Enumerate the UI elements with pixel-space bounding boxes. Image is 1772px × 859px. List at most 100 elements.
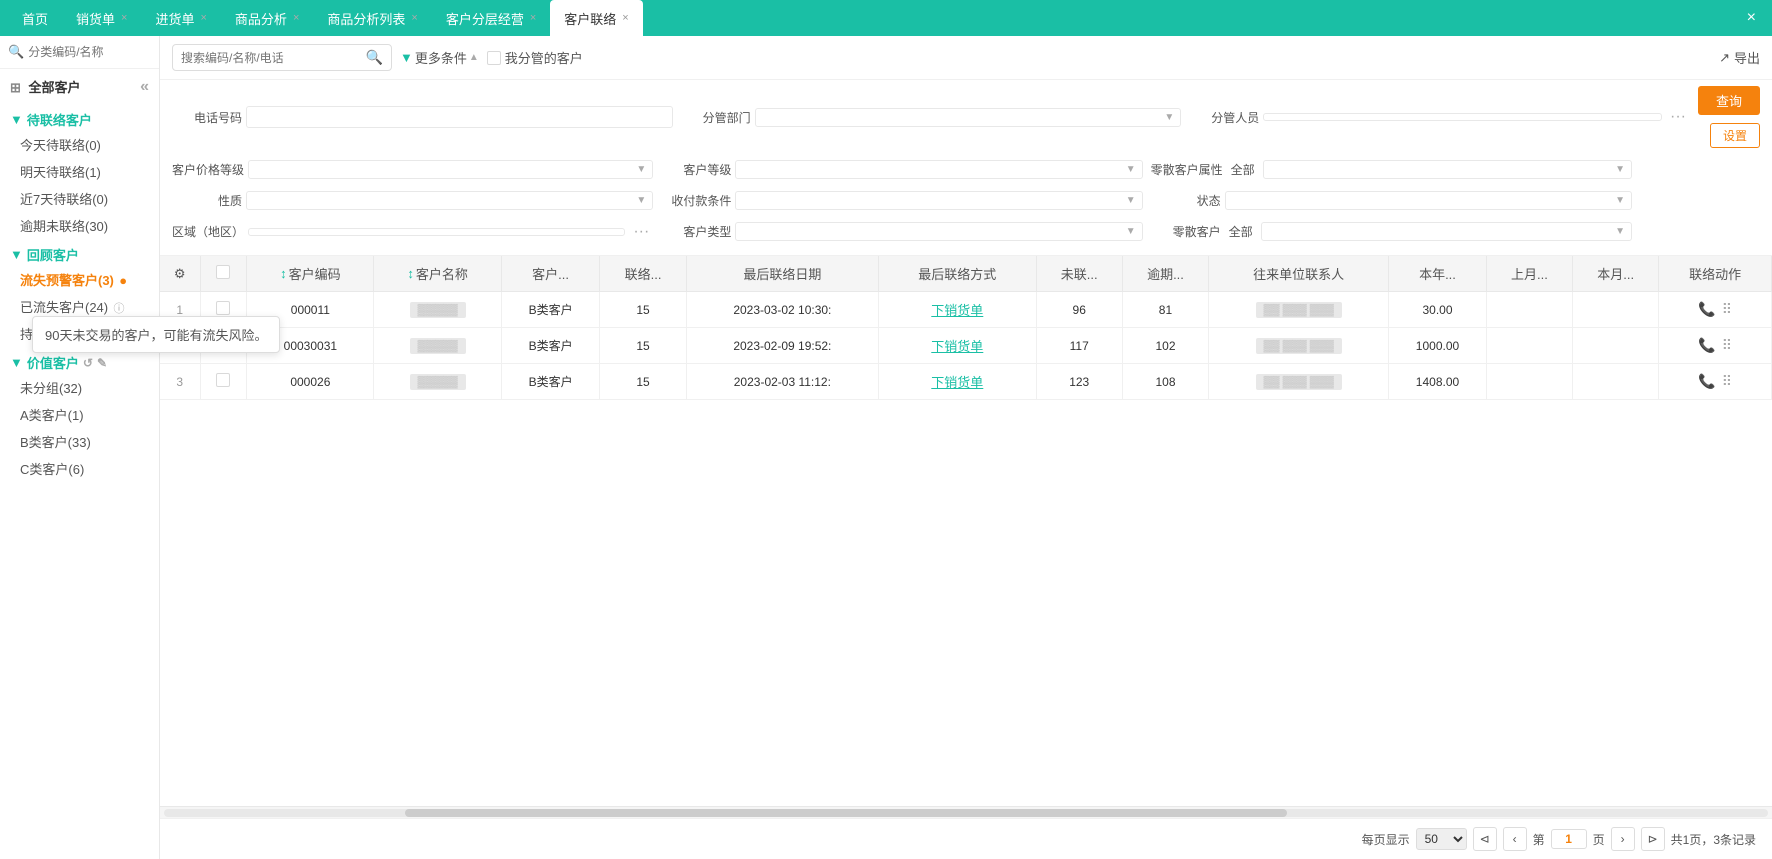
- th-settings[interactable]: ⚙: [160, 256, 200, 292]
- scrollbar-track: [164, 809, 1768, 817]
- table-row: 3 000026 ▓▓▓▓▓ B类客户 15 2023-02-03 11:12:…: [160, 364, 1772, 400]
- warning-icon: ●: [119, 273, 127, 288]
- sidebar-search-input[interactable]: [28, 45, 151, 59]
- price-grade-select[interactable]: ▼: [248, 160, 653, 179]
- sidebar-item-b-class[interactable]: B类客户(33): [0, 428, 159, 455]
- export-button[interactable]: ↗ 导出: [1719, 48, 1760, 67]
- sidebar-all-customers[interactable]: ⊞ 全部客户 «: [0, 69, 159, 104]
- close-customer-contact-icon[interactable]: ×: [622, 12, 628, 24]
- status-select[interactable]: ▼: [1225, 191, 1632, 210]
- sidebar-item-overdue[interactable]: 逾期未联络(30): [0, 212, 159, 239]
- close-purchase-icon[interactable]: ×: [200, 12, 206, 24]
- per-page-select[interactable]: 50 100 200: [1416, 828, 1467, 850]
- zero-customer-select[interactable]: ▼: [1261, 222, 1632, 241]
- scrollbar-thumb[interactable]: [405, 809, 1287, 817]
- my-customer-checkbox[interactable]: 我分管的客户: [487, 48, 583, 67]
- nav-home[interactable]: 首页: [8, 0, 62, 36]
- window-close-icon[interactable]: ×: [1739, 9, 1764, 27]
- dept-select[interactable]: ▼: [755, 108, 1182, 127]
- more-filter-btn[interactable]: ▼ 更多条件 ▲: [400, 48, 479, 67]
- setting-button[interactable]: 设置: [1710, 123, 1760, 148]
- more-action-icon[interactable]: ⠿: [1722, 301, 1732, 318]
- last-contact-method[interactable]: 下销货单: [879, 364, 1037, 400]
- checkbox-icon[interactable]: [487, 51, 501, 65]
- sidebar-item-churn-warning[interactable]: 流失预警客户(3) ●: [0, 266, 159, 293]
- last-page-btn[interactable]: ⊳: [1641, 827, 1665, 851]
- row-checkbox[interactable]: [200, 364, 247, 400]
- th-this-month: 本月...: [1573, 256, 1659, 292]
- sidebar-group-review[interactable]: ▼ 回顾客户: [0, 239, 159, 266]
- sidebar-search-icon: 🔍: [8, 44, 24, 60]
- filter-manager: 分管人员 ···: [1189, 108, 1690, 126]
- table-area: ⚙ ↕ 客户编码 ↕ 客户名称: [160, 256, 1772, 806]
- manager-ellipsis[interactable]: ···: [1666, 108, 1690, 126]
- chevron-up-icon: ▲: [469, 52, 479, 63]
- row-number: 3: [160, 364, 200, 400]
- sidebar-item-tomorrow[interactable]: 明天待联络(1): [0, 158, 159, 185]
- horizontal-scrollbar[interactable]: [160, 806, 1772, 818]
- chevron-down-icon3: ▼: [1126, 164, 1136, 175]
- chevron-down-icon5: ▼: [636, 195, 646, 206]
- close-sales-icon[interactable]: ×: [121, 12, 127, 24]
- edit-icon[interactable]: ✎: [97, 356, 107, 370]
- sidebar-item-7days[interactable]: 近7天待联络(0): [0, 185, 159, 212]
- chevron-down-icon: ▼: [1164, 112, 1174, 123]
- nature-select[interactable]: ▼: [246, 191, 653, 210]
- refresh-icon[interactable]: ↺: [83, 356, 93, 370]
- settings-icon[interactable]: ⚙: [174, 266, 186, 281]
- contact-action-icon[interactable]: 📞: [1698, 373, 1715, 390]
- customer-type-select[interactable]: ▼: [735, 222, 1142, 241]
- sidebar-item-today[interactable]: 今天待联络(0): [0, 131, 159, 158]
- more-action-icon[interactable]: ⠿: [1722, 337, 1732, 354]
- first-page-btn[interactable]: ⊲: [1473, 827, 1497, 851]
- region-ellipsis[interactable]: ···: [629, 223, 653, 241]
- sidebar-group-pending[interactable]: ▼ 待联络客户: [0, 104, 159, 131]
- query-button[interactable]: 查询: [1698, 86, 1760, 115]
- this-month-amount: [1573, 364, 1659, 400]
- unit-contact: ▓▓ ▓▓▓ ▓▓▓: [1209, 364, 1389, 400]
- uncontacted-days: 117: [1036, 328, 1122, 364]
- prev-page-btn[interactable]: ‹: [1503, 827, 1527, 851]
- advanced-filter-panel: 电话号码 分管部门 ▼ 分管人员 ···: [160, 80, 1772, 256]
- overdue-days: 102: [1122, 328, 1208, 364]
- select-all-checkbox[interactable]: [216, 265, 230, 279]
- th-type: 客户...: [501, 256, 600, 292]
- th-name[interactable]: ↕ 客户名称: [374, 256, 501, 292]
- nav-product-list[interactable]: 商品分析列表 ×: [313, 0, 431, 36]
- search-icon[interactable]: 🔍: [366, 49, 383, 66]
- manager-select[interactable]: [1263, 113, 1662, 121]
- phone-input[interactable]: [246, 106, 673, 128]
- filter-icon: ▼: [400, 50, 413, 65]
- close-customer-layer-icon[interactable]: ×: [530, 12, 536, 24]
- th-check[interactable]: [200, 256, 247, 292]
- grid-icon: ⊞: [10, 80, 21, 95]
- close-product-list-icon[interactable]: ×: [411, 12, 417, 24]
- last-contact-method[interactable]: 下销货单: [879, 292, 1037, 328]
- search-input[interactable]: [181, 51, 362, 65]
- region-input[interactable]: [248, 228, 625, 236]
- sidebar-item-ungrouped[interactable]: 未分组(32): [0, 374, 159, 401]
- th-code[interactable]: ↕ 客户编码: [247, 256, 374, 292]
- nav-sales[interactable]: 销货单 ×: [62, 0, 141, 36]
- last-contact-method[interactable]: 下销货单: [879, 328, 1037, 364]
- nav-customer-layer[interactable]: 客户分层经营 ×: [432, 0, 550, 36]
- nav-purchase[interactable]: 进货单 ×: [141, 0, 220, 36]
- sidebar-item-a-class[interactable]: A类客户(1): [0, 401, 159, 428]
- payment-select[interactable]: ▼: [735, 191, 1142, 210]
- customer-type: B类客户: [501, 364, 600, 400]
- nav-customer-contact[interactable]: 客户联络 ×: [550, 0, 642, 36]
- close-product-analysis-icon[interactable]: ×: [293, 12, 299, 24]
- phone-label: 电话号码: [172, 109, 242, 126]
- contact-action-icon[interactable]: 📞: [1698, 337, 1715, 354]
- filter-price-grade: 客户价格等级 ▼: [172, 160, 653, 179]
- contact-action-icon[interactable]: 📞: [1698, 301, 1715, 318]
- next-page-btn[interactable]: ›: [1611, 827, 1635, 851]
- sidebar-item-c-class[interactable]: C类客户(6): [0, 455, 159, 482]
- zero-attr-select[interactable]: ▼: [1263, 160, 1632, 179]
- sidebar-collapse-icon[interactable]: «: [140, 78, 149, 96]
- nav-product-analysis[interactable]: 商品分析 ×: [221, 0, 313, 36]
- customer-grade-select[interactable]: ▼: [735, 160, 1142, 179]
- top-nav: 首页 销货单 × 进货单 × 商品分析 × 商品分析列表 × 客户分层经营 × …: [0, 0, 1772, 36]
- more-action-icon[interactable]: ⠿: [1722, 373, 1732, 390]
- page-number-input[interactable]: [1551, 829, 1587, 849]
